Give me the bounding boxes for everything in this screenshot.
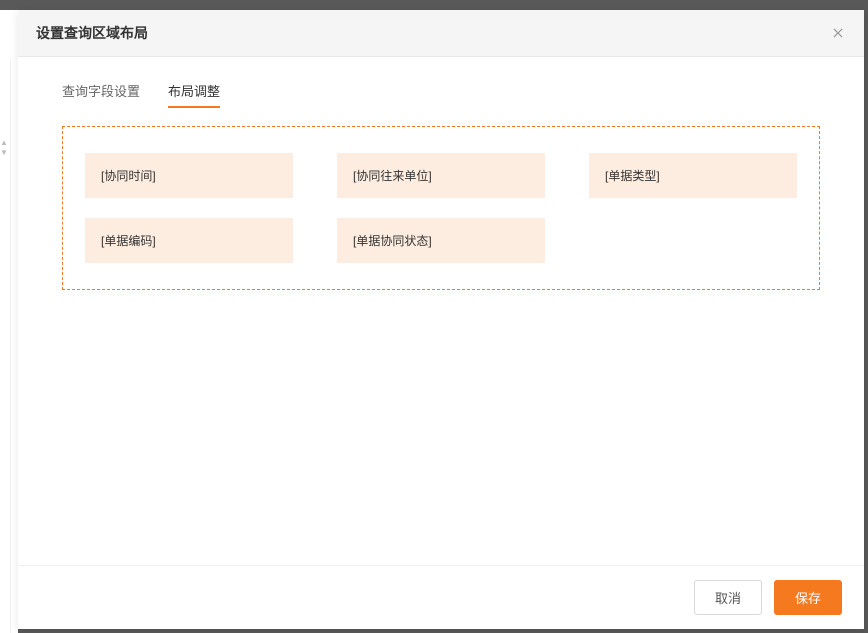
modal-header: 设置查询区域布局 <box>18 10 864 57</box>
background-panel <box>0 10 18 633</box>
save-button[interactable]: 保存 <box>774 580 842 615</box>
background-stepper: ▲▼ <box>0 136 12 160</box>
tab-query-field-settings[interactable]: 查询字段设置 <box>62 81 140 108</box>
field-item-collaboration-partner[interactable]: [协同往来单位] <box>337 153 545 198</box>
tabs: 查询字段设置 布局调整 <box>62 81 820 108</box>
modal-title: 设置查询区域布局 <box>36 23 148 43</box>
cancel-button[interactable]: 取消 <box>694 580 762 615</box>
tab-layout-adjust[interactable]: 布局调整 <box>168 81 220 108</box>
close-icon[interactable] <box>830 25 846 41</box>
field-item-document-code[interactable]: [单据编码] <box>85 218 293 263</box>
modal-footer: 取消 保存 <box>18 565 864 629</box>
field-grid: [协同时间] [协同往来单位] [单据类型] [单据编码] [单据协同状态] <box>85 153 797 263</box>
field-item-collaboration-time[interactable]: [协同时间] <box>85 153 293 198</box>
modal-dialog: 设置查询区域布局 查询字段设置 布局调整 [协同时间] [协同往来单位] [单据… <box>18 10 864 629</box>
modal-body: 查询字段设置 布局调整 [协同时间] [协同往来单位] [单据类型] [单据编码… <box>18 57 864 565</box>
field-item-document-type[interactable]: [单据类型] <box>589 153 797 198</box>
layout-drop-zone[interactable]: [协同时间] [协同往来单位] [单据类型] [单据编码] [单据协同状态] <box>62 126 820 290</box>
field-item-document-collab-status[interactable]: [单据协同状态] <box>337 218 545 263</box>
